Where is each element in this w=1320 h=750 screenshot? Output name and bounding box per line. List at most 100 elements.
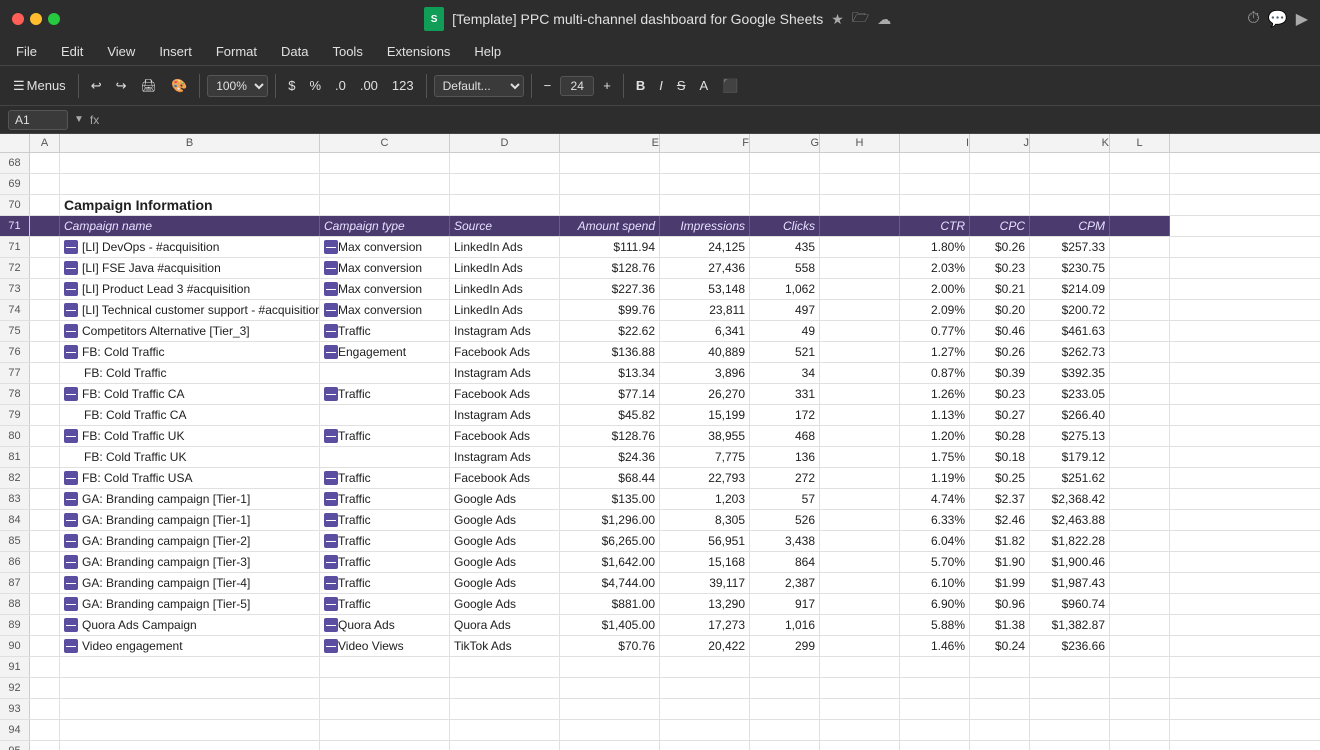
cell-source[interactable]: Google Ads	[450, 489, 560, 509]
cell-ctr[interactable]: 1.80%	[900, 237, 970, 257]
header-campaign-name[interactable]: Campaign name	[60, 216, 320, 236]
cell-h[interactable]	[820, 258, 900, 278]
cell-clicks[interactable]: 864	[750, 552, 820, 572]
menu-format[interactable]: Format	[212, 42, 261, 61]
cell-source[interactable]: TikTok Ads	[450, 636, 560, 656]
cell-amount[interactable]: $136.88	[560, 342, 660, 362]
cell-ctr[interactable]: 2.03%	[900, 258, 970, 278]
cell-a[interactable]	[30, 552, 60, 572]
cell-a[interactable]	[30, 468, 60, 488]
cell-70-c[interactable]	[320, 195, 450, 215]
cell-69-h[interactable]	[820, 174, 900, 194]
cell-h[interactable]	[820, 300, 900, 320]
cell-h[interactable]	[820, 489, 900, 509]
cell-cpc[interactable]: $0.23	[970, 384, 1030, 404]
cell-amount[interactable]: $881.00	[560, 594, 660, 614]
header-col-l[interactable]	[1110, 216, 1170, 236]
cell-cpc[interactable]: $2.46	[970, 510, 1030, 530]
cell-cpc[interactable]: $0.25	[970, 468, 1030, 488]
cell-h[interactable]	[820, 468, 900, 488]
cell-h[interactable]	[820, 573, 900, 593]
cell-cpm[interactable]: $1,382.87	[1030, 615, 1110, 635]
cell-amount[interactable]: $1,296.00	[560, 510, 660, 530]
cell-a[interactable]	[30, 489, 60, 509]
cell-cpc[interactable]: $0.21	[970, 279, 1030, 299]
bold-button[interactable]: B	[631, 75, 650, 96]
cell-69-b[interactable]	[60, 174, 320, 194]
cell-campaign-name[interactable]: —FB: Cold Traffic CA	[60, 384, 320, 404]
cell-cpm[interactable]: $257.33	[1030, 237, 1110, 257]
cell-cpm[interactable]: $1,900.46	[1030, 552, 1110, 572]
cell-l[interactable]	[1110, 615, 1170, 635]
col-header-c[interactable]: C	[320, 134, 450, 152]
cell-cpc[interactable]: $0.46	[970, 321, 1030, 341]
col-header-j[interactable]: J	[970, 134, 1030, 152]
cell-l[interactable]	[1110, 468, 1170, 488]
cell-a[interactable]	[30, 342, 60, 362]
cell-a[interactable]	[30, 384, 60, 404]
cell-l[interactable]	[1110, 426, 1170, 446]
col-header-g[interactable]: G	[750, 134, 820, 152]
cell-campaign-type[interactable]: — Max conversion	[320, 300, 450, 320]
cell-amount[interactable]: $99.76	[560, 300, 660, 320]
cell-campaign-name[interactable]: —FB: Cold Traffic USA	[60, 468, 320, 488]
cell-amount[interactable]: $1,405.00	[560, 615, 660, 635]
cell-impressions[interactable]: 6,341	[660, 321, 750, 341]
cell-a[interactable]	[30, 510, 60, 530]
cell-l[interactable]	[1110, 447, 1170, 467]
header-cpc[interactable]: CPC	[970, 216, 1030, 236]
cell-a[interactable]	[30, 426, 60, 446]
header-col-h[interactable]	[820, 216, 900, 236]
cell-cpm[interactable]: $233.05	[1030, 384, 1110, 404]
cell-campaign-type[interactable]: — Max conversion	[320, 258, 450, 278]
cell-clicks[interactable]: 136	[750, 447, 820, 467]
cell-h[interactable]	[820, 342, 900, 362]
cell-ctr[interactable]: 1.75%	[900, 447, 970, 467]
cell-cpm[interactable]: $2,368.42	[1030, 489, 1110, 509]
cell-ctr[interactable]: 1.26%	[900, 384, 970, 404]
cell-cpc[interactable]: $1.99	[970, 573, 1030, 593]
header-ctr[interactable]: CTR	[900, 216, 970, 236]
print-button[interactable]: 🖨	[136, 75, 163, 97]
cell-cpc[interactable]: $0.27	[970, 405, 1030, 425]
cell-ctr[interactable]: 1.13%	[900, 405, 970, 425]
cell-campaign-name[interactable]: —GA: Branding campaign [Tier-3]	[60, 552, 320, 572]
cell-68-l[interactable]	[1110, 153, 1170, 173]
cell-68-c[interactable]	[320, 153, 450, 173]
cell-h[interactable]	[820, 237, 900, 257]
cell-campaign-name[interactable]: —[LI] FSE Java #acquisition	[60, 258, 320, 278]
cell-l[interactable]	[1110, 573, 1170, 593]
cell-ctr[interactable]: 5.88%	[900, 615, 970, 635]
cell-campaign-type[interactable]: — Max conversion	[320, 237, 450, 257]
menu-view[interactable]: View	[103, 42, 139, 61]
undo-button[interactable]: ↩	[86, 75, 107, 97]
cell-69-a[interactable]	[30, 174, 60, 194]
star-icon[interactable]: ★	[831, 11, 844, 28]
cell-impressions[interactable]: 13,290	[660, 594, 750, 614]
cell-clicks[interactable]: 1,016	[750, 615, 820, 635]
cell-campaign-type[interactable]: — Traffic	[320, 384, 450, 404]
font-size-increase-button[interactable]: +	[598, 75, 616, 96]
cell-ctr[interactable]: 6.33%	[900, 510, 970, 530]
cell-cpc[interactable]: $0.26	[970, 237, 1030, 257]
cell-clicks[interactable]: 34	[750, 363, 820, 383]
cell-cpm[interactable]: $392.35	[1030, 363, 1110, 383]
cell-a[interactable]	[30, 237, 60, 257]
menu-edit[interactable]: Edit	[57, 42, 87, 61]
cell-a[interactable]	[30, 258, 60, 278]
cell-impressions[interactable]: 56,951	[660, 531, 750, 551]
cell-campaign-name[interactable]: —[LI] DevOps - #acquisition	[60, 237, 320, 257]
cell-cpm[interactable]: $214.09	[1030, 279, 1110, 299]
cell-cpc[interactable]: $0.28	[970, 426, 1030, 446]
header-impressions[interactable]: Impressions	[660, 216, 750, 236]
cell-reference-input[interactable]	[8, 110, 68, 130]
decimal-increase-button[interactable]: .00	[355, 75, 383, 96]
cell-l[interactable]	[1110, 279, 1170, 299]
cell-clicks[interactable]: 526	[750, 510, 820, 530]
cell-source[interactable]: LinkedIn Ads	[450, 237, 560, 257]
cell-campaign-name[interactable]: —FB: Cold Traffic UK	[60, 426, 320, 446]
cell-cpm[interactable]: $179.12	[1030, 447, 1110, 467]
cell-impressions[interactable]: 20,422	[660, 636, 750, 656]
cell-impressions[interactable]: 22,793	[660, 468, 750, 488]
cell-campaign-name[interactable]: —GA: Branding campaign [Tier-2]	[60, 531, 320, 551]
